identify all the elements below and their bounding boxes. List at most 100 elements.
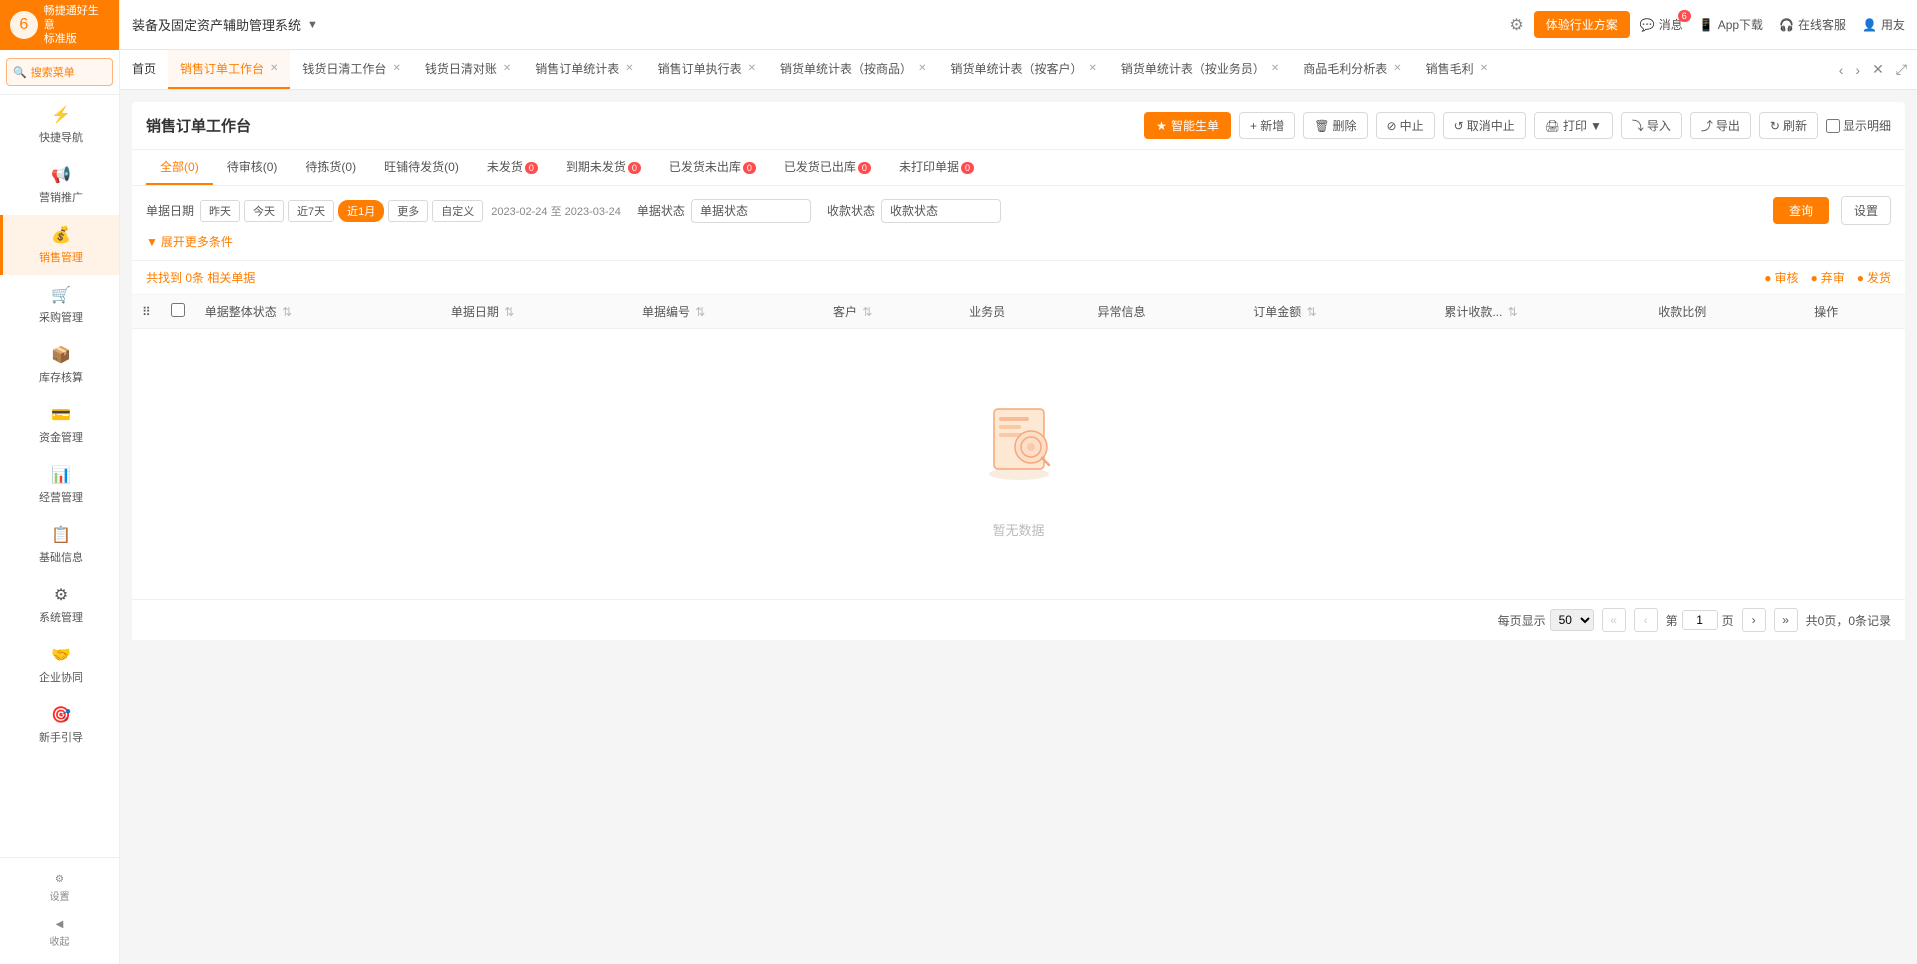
filter-row-1: 单据日期 昨天 今天 近7天 近1月 更多 自定义 2023-02-24 至 2… xyxy=(146,196,1891,225)
tab-sales-stats-customer[interactable]: 销货单统计表（按客户） ✕ xyxy=(938,50,1108,89)
page-input[interactable] xyxy=(1682,610,1718,630)
tab-sales-profit[interactable]: 销售毛利 ✕ xyxy=(1414,50,1500,89)
sub-tab-not-printed[interactable]: 未打印单据0 xyxy=(885,150,988,185)
reject-op-btn[interactable]: ● 弃审 xyxy=(1810,269,1844,286)
customer-sort-icon[interactable]: ⇅ xyxy=(862,305,872,319)
date-range-text: 2023-02-24 至 2023-03-24 xyxy=(491,203,621,219)
sub-tab-pending-pickup[interactable]: 待拣货(0) xyxy=(291,150,370,185)
table-scroll-area[interactable]: ⠿ 单据整体状态 ⇅ 单据日期 ⇅ xyxy=(132,295,1905,599)
tab-close-sales-stats[interactable]: ✕ xyxy=(625,63,633,74)
tabs-maximize-btn[interactable]: ⤢ xyxy=(1892,59,1911,80)
sidebar-item-quick-nav[interactable]: ⚡ 快捷导航 xyxy=(0,95,119,155)
purchase-icon: 🛒 xyxy=(51,285,71,305)
online-service-btn[interactable]: 🎧 在线客服 xyxy=(1779,16,1846,33)
industry-plan-button[interactable]: 体验行业方案 xyxy=(1534,11,1630,38)
expand-conditions-btn[interactable]: ▼ 展开更多条件 xyxy=(146,233,233,250)
filter-bar: 单据日期 昨天 今天 近7天 近1月 更多 自定义 2023-02-24 至 2… xyxy=(132,186,1905,261)
new-button[interactable]: + 新增 xyxy=(1239,112,1295,139)
tab-cash-reconcile[interactable]: 钱货日清对账 ✕ xyxy=(413,50,523,89)
pagination-first-btn[interactable]: « xyxy=(1602,608,1626,632)
tab-sales-exec[interactable]: 销售订单执行表 ✕ xyxy=(646,50,768,89)
sub-tab-wangpu-pending[interactable]: 旺铺待发货(0) xyxy=(370,150,473,185)
status-select[interactable]: 单据状态 xyxy=(691,199,811,223)
sidebar-logo[interactable]: 6 畅捷通好生意 标准版 xyxy=(0,0,119,50)
logo-text: 畅捷通好生意 标准版 xyxy=(44,4,109,47)
cancel-suspend-button[interactable]: ↺ 取消中止 xyxy=(1443,112,1526,139)
tab-sales-stats-staff[interactable]: 销货单统计表（按业务员） ✕ xyxy=(1109,50,1291,89)
sidebar-item-newbie[interactable]: 🎯 新手引导 xyxy=(0,695,119,755)
pagination-prev-btn[interactable]: ‹ xyxy=(1634,608,1658,632)
tab-home[interactable]: 首页 xyxy=(120,50,168,89)
date-recent7-btn[interactable]: 近7天 xyxy=(288,200,334,222)
pagination-next-btn[interactable]: › xyxy=(1742,608,1766,632)
delete-button[interactable]: 🗑 删除 xyxy=(1303,112,1367,139)
tab-sales-workbench[interactable]: 销售订单工作台 ✕ xyxy=(168,50,290,89)
tab-sales-stats[interactable]: 销售订单统计表 ✕ xyxy=(523,50,645,89)
topbar-settings-icon[interactable]: ⚙ xyxy=(1509,15,1523,35)
tabs-close-all-btn[interactable]: ✕ xyxy=(1868,59,1888,80)
tab-cash-daily[interactable]: 钱货日清工作台 ✕ xyxy=(290,50,412,89)
amount-sort-icon[interactable]: ⇅ xyxy=(1307,305,1317,319)
date-yesterday-btn[interactable]: 昨天 xyxy=(200,200,240,222)
th-checkbox xyxy=(161,295,195,329)
import-button[interactable]: ⤵ 导入 xyxy=(1621,112,1682,139)
tab-close-cash-reconcile[interactable]: ✕ xyxy=(503,63,511,74)
collected-sort-icon[interactable]: ⇅ xyxy=(1508,305,1518,319)
sub-tab-overdue-not-shipped[interactable]: 到期未发货0 xyxy=(552,150,655,185)
query-button[interactable]: 查询 xyxy=(1773,197,1829,224)
tab-sales-stats-product[interactable]: 销货单统计表（按商品） ✕ xyxy=(768,50,938,89)
select-all-checkbox[interactable] xyxy=(171,303,185,317)
system-dropdown-icon[interactable]: ▼ xyxy=(307,19,318,31)
message-btn[interactable]: 💬 消息 6 xyxy=(1640,16,1683,33)
tab-close-sales-profit[interactable]: ✕ xyxy=(1480,63,1488,74)
tab-close-cash-daily[interactable]: ✕ xyxy=(392,63,400,74)
pagination-last-btn[interactable]: » xyxy=(1774,608,1798,632)
sidebar-item-sales[interactable]: 💰 销售管理 xyxy=(0,215,119,275)
tab-close-sales-exec[interactable]: ✕ xyxy=(748,63,756,74)
sidebar-item-inventory[interactable]: 📦 库存核算 xyxy=(0,335,119,395)
tab-margin-analysis[interactable]: 商品毛利分析表 ✕ xyxy=(1291,50,1413,89)
payment-select[interactable]: 收款状态 xyxy=(881,199,1001,223)
filter-setting-button[interactable]: 设置 xyxy=(1841,196,1891,225)
sub-tab-all[interactable]: 全部(0) xyxy=(146,150,213,185)
date-more-btn[interactable]: 更多 xyxy=(388,200,428,222)
sidebar-item-finance[interactable]: 💳 资金管理 xyxy=(0,395,119,455)
sidebar-item-operation[interactable]: 📊 经营管理 xyxy=(0,455,119,515)
date-custom-btn[interactable]: 自定义 xyxy=(432,200,483,222)
sub-tab-shipped-out[interactable]: 已发货已出库0 xyxy=(770,150,885,185)
tab-close-sales-stats-product[interactable]: ✕ xyxy=(918,63,926,74)
suspend-button[interactable]: ⊘ 中止 xyxy=(1376,112,1435,139)
number-sort-icon[interactable]: ⇅ xyxy=(695,305,705,319)
tab-close-margin-analysis[interactable]: ✕ xyxy=(1393,63,1401,74)
sidebar-item-enterprise[interactable]: 🤝 企业协同 xyxy=(0,635,119,695)
app-download-btn[interactable]: 📱 App下载 xyxy=(1699,16,1763,33)
ship-op-btn[interactable]: ● 发货 xyxy=(1857,269,1891,286)
tab-close-sales-stats-staff[interactable]: ✕ xyxy=(1271,63,1279,74)
date-sort-icon[interactable]: ⇅ xyxy=(504,305,514,319)
sidebar-collapse-btn[interactable]: ◀ 收起 xyxy=(0,911,119,956)
smart-gen-button[interactable]: ★ 智能生单 xyxy=(1144,112,1231,139)
tab-close-sales-stats-customer[interactable]: ✕ xyxy=(1088,63,1096,74)
date-recent1month-btn[interactable]: 近1月 xyxy=(338,200,384,222)
per-page-select[interactable]: 50 xyxy=(1550,609,1594,631)
sidebar-item-basic[interactable]: 📋 基础信息 xyxy=(0,515,119,575)
sub-tab-pending-review[interactable]: 待审核(0) xyxy=(213,150,292,185)
tabs-scroll-left-btn[interactable]: ‹ xyxy=(1835,60,1848,80)
refresh-button[interactable]: ↻ 刷新 xyxy=(1759,112,1818,139)
user-btn[interactable]: 👤 用友 xyxy=(1862,16,1905,33)
export-button[interactable]: ⤴ 导出 xyxy=(1690,112,1751,139)
date-today-btn[interactable]: 今天 xyxy=(244,200,284,222)
sub-tab-shipped-not-out[interactable]: 已发货未出库0 xyxy=(655,150,770,185)
search-menu-button[interactable]: 🔍 搜索菜单 xyxy=(6,58,113,86)
sidebar-item-purchase[interactable]: 🛒 采购管理 xyxy=(0,275,119,335)
tab-close-sales-workbench[interactable]: ✕ xyxy=(270,63,278,74)
print-button[interactable]: 🖨 打印 ▼ xyxy=(1534,112,1613,139)
sidebar-settings-btn[interactable]: ⚙ 设置 xyxy=(0,866,119,911)
review-op-btn[interactable]: ● 审核 xyxy=(1764,269,1798,286)
sub-tab-not-shipped[interactable]: 未发货0 xyxy=(473,150,552,185)
show-detail-checkbox[interactable] xyxy=(1826,119,1840,133)
sidebar-item-marketing[interactable]: 📢 营销推广 xyxy=(0,155,119,215)
sidebar-item-system[interactable]: ⚙ 系统管理 xyxy=(0,575,119,635)
tabs-scroll-right-btn[interactable]: › xyxy=(1851,60,1864,80)
status-sort-icon[interactable]: ⇅ xyxy=(282,305,292,319)
